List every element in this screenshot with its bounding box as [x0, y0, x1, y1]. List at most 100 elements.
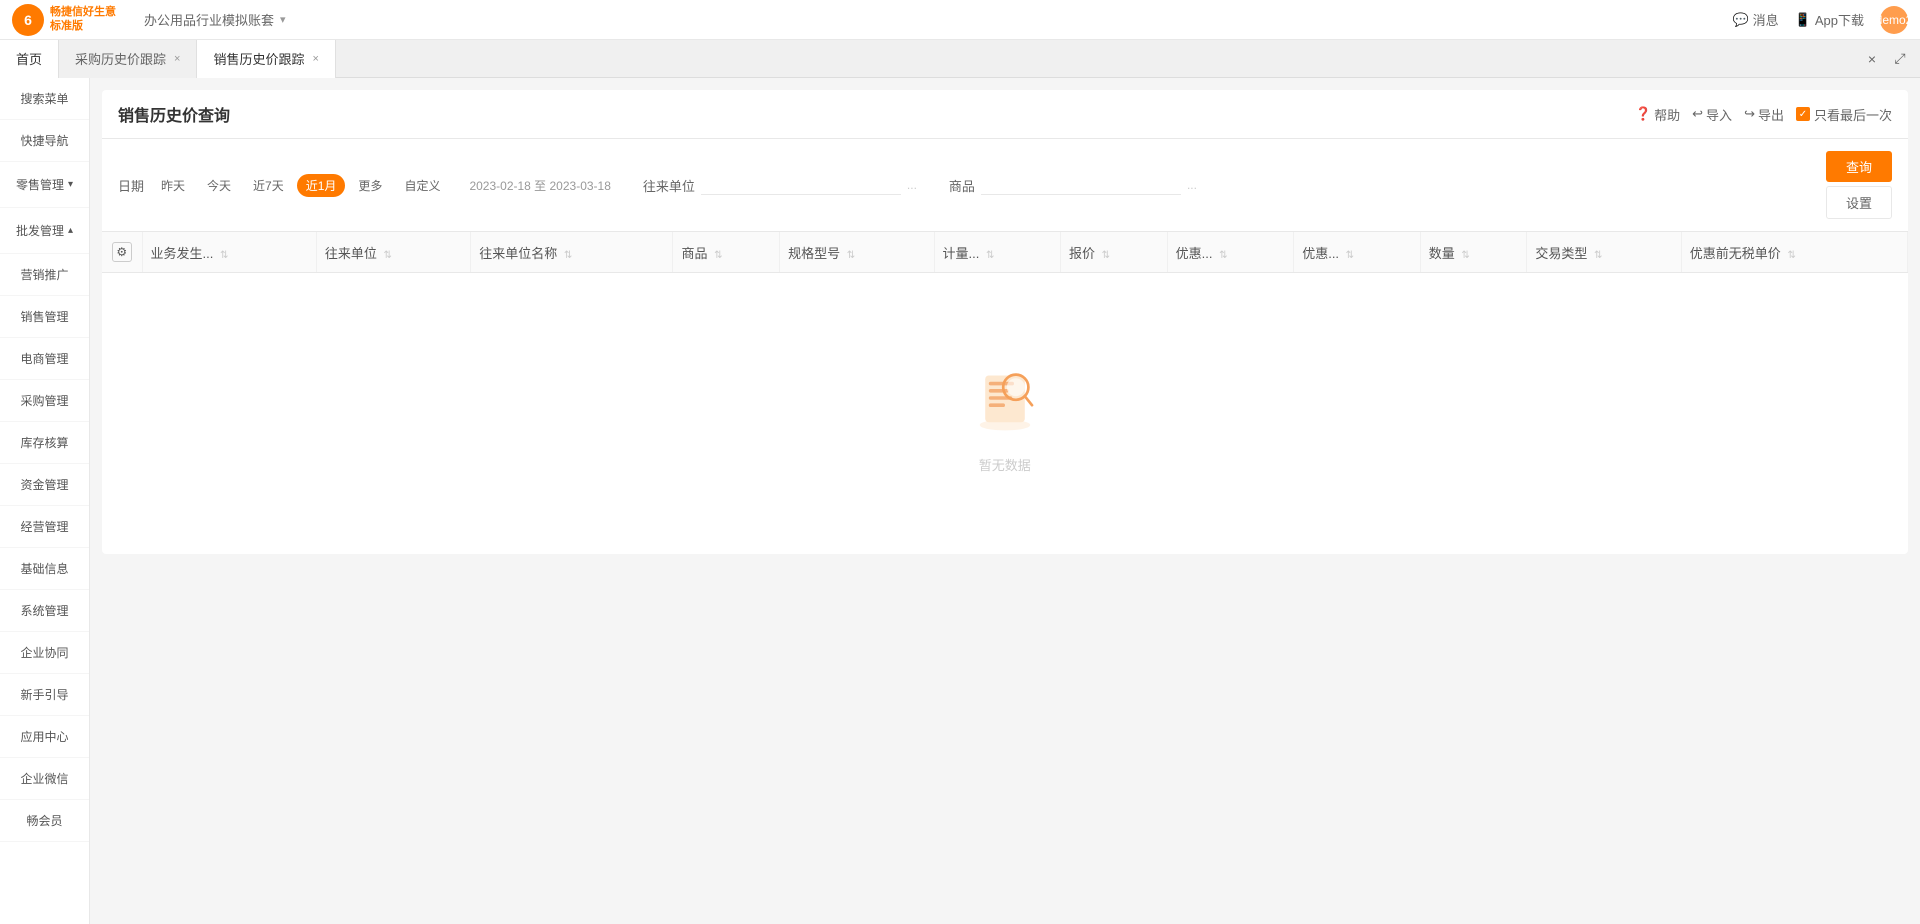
message-action[interactable]: 💬 消息 — [1732, 10, 1778, 29]
column-discount1[interactable]: 优惠... ⇅ — [1167, 232, 1294, 273]
export-action[interactable]: ↪ 导出 — [1744, 105, 1784, 124]
date-btn-yesterday[interactable]: 昨天 — [152, 174, 194, 197]
tabbar: 首页 采购历史价跟踪 × 销售历史价跟踪 × × ⤢ — [0, 40, 1920, 78]
sidebar-item-enterprise[interactable]: 企业协同 — [0, 632, 89, 674]
partner-input[interactable] — [701, 175, 901, 195]
column-settings[interactable]: ⚙ — [102, 232, 142, 273]
sidebar-item-label: 经营管理 — [20, 518, 68, 535]
partner-dots: ... — [907, 178, 917, 192]
sidebar-item-label: 搜索菜单 — [20, 90, 68, 107]
avatar: demo2 — [1880, 6, 1908, 34]
sidebar-item-label: 快捷导航 — [20, 132, 68, 149]
date-btn-custom[interactable]: 自定义 — [395, 174, 449, 197]
logo-text: 畅捷信好生意 标准版 — [50, 6, 116, 32]
sidebar-item-member[interactable]: 畅会员 — [0, 800, 89, 842]
sort-icon: ⇅ — [564, 250, 572, 261]
maximize-window-button[interactable]: ⤢ — [1888, 47, 1912, 71]
help-icon: ❓ — [1635, 106, 1651, 122]
column-discount2[interactable]: 优惠... ⇅ — [1294, 232, 1421, 273]
column-settings-icon[interactable]: ⚙ — [112, 242, 132, 262]
date-btn-last7[interactable]: 近7天 — [244, 174, 293, 197]
column-trade-type[interactable]: 交易类型 ⇅ — [1527, 232, 1681, 273]
table-body: 暂无数据 — [102, 273, 1908, 555]
help-action[interactable]: ❓ 帮助 — [1635, 105, 1680, 124]
purchase-tab-close[interactable]: × — [174, 53, 180, 65]
tab-purchase[interactable]: 采购历史价跟踪 × — [59, 40, 197, 78]
sidebar-item-sales-mgmt[interactable]: 销售管理 — [0, 296, 89, 338]
message-icon: 💬 — [1732, 12, 1748, 28]
sort-icon: ⇅ — [847, 250, 855, 261]
tab-actions: × ⤢ — [1860, 47, 1920, 71]
data-table: ⚙ 业务发生... ⇅ 往来单位 ⇅ 往来单位名称 ⇅ — [102, 232, 1908, 554]
sidebar-item-marketing[interactable]: 营销推广 — [0, 254, 89, 296]
tab-home[interactable]: 首页 — [0, 40, 59, 78]
sidebar-item-label: 销售管理 — [20, 308, 68, 325]
table-header: ⚙ 业务发生... ⇅ 往来单位 ⇅ 往来单位名称 ⇅ — [102, 232, 1908, 273]
date-options: 昨天 今天 近7天 近1月 更多 自定义 — [152, 174, 449, 197]
checkbox-icon: ✓ — [1796, 107, 1810, 121]
sidebar-item-operations[interactable]: 经营管理 — [0, 506, 89, 548]
column-partner-code[interactable]: 往来单位 ⇅ — [316, 232, 470, 273]
goods-input[interactable] — [981, 175, 1181, 195]
partner-filter-group: 往来单位 ... — [643, 175, 917, 195]
empty-illustration — [960, 353, 1050, 443]
sidebar-item-quick-nav[interactable]: 快捷导航 — [0, 120, 89, 162]
empty-state: 暂无数据 — [102, 273, 1908, 554]
column-goods[interactable]: 商品 ⇅ — [673, 232, 780, 273]
sidebar-item-ecommerce[interactable]: 电商管理 — [0, 338, 89, 380]
tab-sales[interactable]: 销售历史价跟踪 × — [197, 40, 335, 78]
column-date[interactable]: 业务发生... ⇅ — [142, 232, 316, 273]
sort-icon: ⇅ — [1461, 250, 1469, 261]
date-btn-last1m[interactable]: 近1月 — [297, 174, 346, 197]
partner-label: 往来单位 — [643, 176, 695, 195]
sidebar-item-purchase-mgmt[interactable]: 采购管理 — [0, 380, 89, 422]
app-title: 办公用品行业模拟账套 — [144, 10, 274, 29]
sidebar-item-label: 库存核算 — [20, 434, 68, 451]
table-container: ⚙ 业务发生... ⇅ 往来单位 ⇅ 往来单位名称 ⇅ — [102, 232, 1908, 554]
goods-label: 商品 — [949, 176, 975, 195]
import-action[interactable]: ↩ 导入 — [1692, 105, 1732, 124]
date-btn-more[interactable]: 更多 — [349, 174, 391, 197]
settings-button[interactable]: 设置 — [1826, 186, 1892, 219]
sort-icon: ⇅ — [714, 250, 722, 261]
sort-icon: ⇅ — [1219, 250, 1227, 261]
goods-filter-group: 商品 ... — [949, 175, 1197, 195]
date-btn-today[interactable]: 今天 — [198, 174, 240, 197]
sidebar-item-system[interactable]: 系统管理 — [0, 590, 89, 632]
sidebar-item-label: 新手引导 — [20, 686, 68, 703]
only-last-checkbox[interactable]: ✓ 只看最后一次 — [1796, 105, 1892, 124]
column-pretax-price[interactable]: 优惠前无税单价 ⇅ — [1681, 232, 1907, 273]
app-title-dropdown[interactable]: ▾ — [280, 13, 286, 26]
close-window-button[interactable]: × — [1860, 47, 1884, 71]
sidebar-item-guide[interactable]: 新手引导 — [0, 674, 89, 716]
user-profile[interactable]: demo2 — [1880, 6, 1908, 34]
sales-tab-close[interactable]: × — [312, 53, 318, 65]
column-quote[interactable]: 报价 ⇅ — [1061, 232, 1168, 273]
topbar-right: 💬 消息 📱 App下载 demo2 — [1732, 6, 1908, 34]
topbar-left: 6 畅捷信好生意 标准版 办公用品行业模拟账套 ▾ — [12, 4, 286, 36]
sidebar-item-finance[interactable]: 资金管理 — [0, 464, 89, 506]
sidebar-item-label: 营销推广 — [20, 266, 68, 283]
column-unit[interactable]: 计量... ⇅ — [934, 232, 1061, 273]
sales-tab-label: 销售历史价跟踪 — [213, 49, 304, 68]
query-button[interactable]: 查询 — [1826, 151, 1892, 182]
sidebar-item-wechat[interactable]: 企业微信 — [0, 758, 89, 800]
topbar: 6 畅捷信好生意 标准版 办公用品行业模拟账套 ▾ 💬 消息 📱 App下载 d… — [0, 0, 1920, 40]
sort-icon: ⇅ — [1346, 250, 1354, 261]
column-partner-name[interactable]: 往来单位名称 ⇅ — [471, 232, 673, 273]
sidebar-item-retail-mgmt[interactable]: 零售管理 ▾ — [0, 162, 89, 208]
sidebar-item-label: 电商管理 — [20, 350, 68, 367]
sidebar-item-wholesale-mgmt[interactable]: 批发管理 ▴ — [0, 208, 89, 254]
page-header-actions: ❓ 帮助 ↩ 导入 ↪ 导出 ✓ 只看最后一次 — [1635, 105, 1892, 124]
home-tab-label: 首页 — [16, 49, 42, 68]
sidebar-item-basic-info[interactable]: 基础信息 — [0, 548, 89, 590]
sidebar-item-search-menu[interactable]: 搜索菜单 — [0, 78, 89, 120]
date-range-display: 2023-02-18 至 2023-03-18 — [469, 177, 610, 194]
column-spec[interactable]: 规格型号 ⇅ — [780, 232, 934, 273]
sort-icon: ⇅ — [986, 250, 994, 261]
column-quantity[interactable]: 数量 ⇅ — [1420, 232, 1527, 273]
sidebar-item-inventory[interactable]: 库存核算 — [0, 422, 89, 464]
sidebar-item-label: 采购管理 — [20, 392, 68, 409]
sidebar-item-app-center[interactable]: 应用中心 — [0, 716, 89, 758]
app-download-action[interactable]: 📱 App下载 — [1795, 10, 1864, 29]
